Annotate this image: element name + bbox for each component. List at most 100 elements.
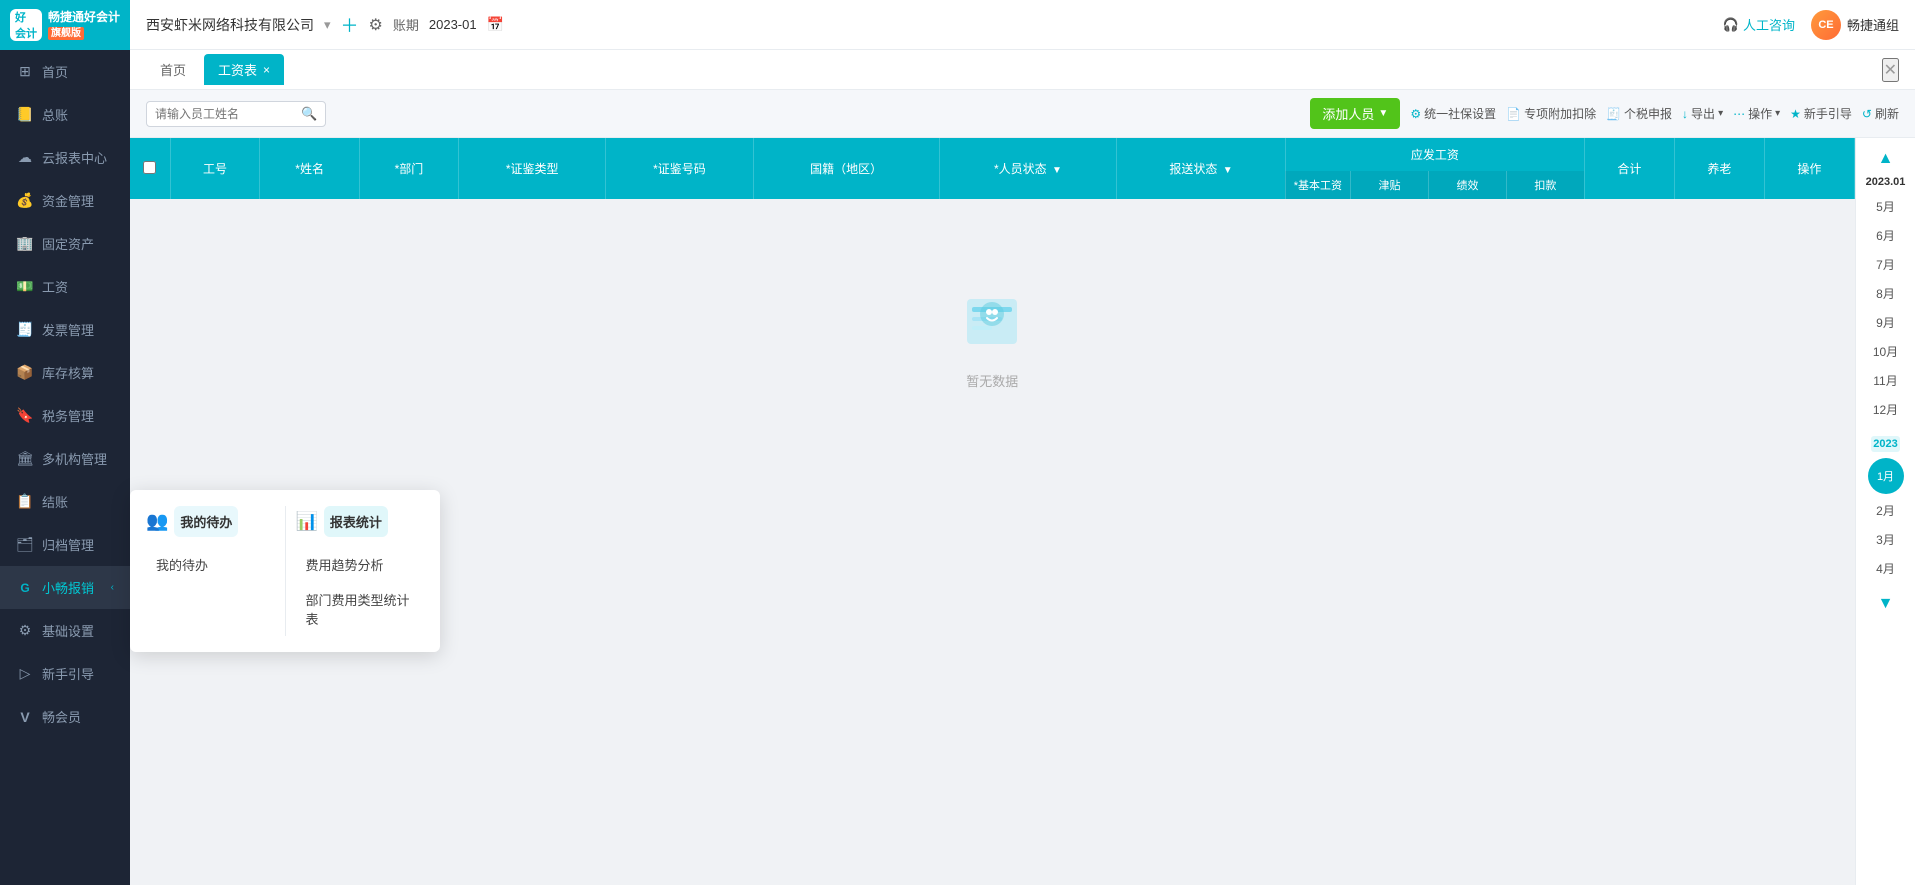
report-icon: 📊	[296, 511, 318, 532]
sidebar-item-tax[interactable]: 🔖 税务管理	[0, 394, 130, 437]
add-person-dropdown-arrow: ▼	[1378, 108, 1388, 119]
new-guide-button[interactable]: ★ 新手引导	[1790, 105, 1852, 122]
calendar-down-button[interactable]: ▼	[1874, 591, 1898, 617]
calendar-icon[interactable]: 📅	[487, 16, 504, 33]
member-icon: V	[16, 709, 34, 725]
export-button[interactable]: ↓ 导出 ▾	[1682, 105, 1723, 122]
settings-icon: ⚙	[16, 622, 34, 639]
operation-dropdown-arrow: ▾	[1775, 108, 1780, 119]
inventory-icon: 📦	[16, 364, 34, 381]
sidebar-item-inventory[interactable]: 📦 库存核算	[0, 351, 130, 394]
period-label: 账期	[393, 15, 419, 34]
popup-col-1: 👥 我的待办 我的待办	[146, 506, 275, 636]
popup-item-my-todo[interactable]: 我的待办	[146, 547, 275, 582]
sidebar-item-home[interactable]: ⊞ 首页	[0, 50, 130, 93]
fund-icon: 💰	[16, 192, 34, 209]
individual-tax-button[interactable]: 🧾 个税申报	[1606, 105, 1672, 122]
cal-month-12[interactable]: 12月	[1861, 395, 1911, 424]
sidebar-item-archive[interactable]: 🗂 归档管理	[0, 523, 130, 566]
topbar-right: 🎧 人工咨询 CE 畅捷通组	[1723, 10, 1899, 40]
th-name: *姓名	[260, 138, 359, 199]
headset-icon: 🎧	[1723, 17, 1739, 33]
closing-icon: 📋	[16, 493, 34, 510]
empty-illustration	[952, 279, 1032, 359]
operation-button[interactable]: ⋯ 操作 ▾	[1733, 105, 1780, 122]
cal-month-7[interactable]: 7月	[1861, 250, 1911, 279]
tabs-bar: 首页 工资表 × ✕	[130, 50, 1915, 90]
th-id-number: *证鉴号码	[606, 138, 753, 199]
cal-month-6[interactable]: 6月	[1861, 221, 1911, 250]
cal-month-8[interactable]: 8月	[1861, 279, 1911, 308]
search-input[interactable]	[155, 107, 295, 121]
select-all-checkbox[interactable]	[143, 161, 156, 174]
sidebar-item-basic-settings[interactable]: ⚙ 基础设置	[0, 609, 130, 652]
individual-tax-icon: 🧾	[1606, 107, 1621, 121]
cal-month-2023-1[interactable]: 1月	[1868, 458, 1904, 494]
calendar-up-button[interactable]: ▲	[1874, 146, 1898, 172]
th-total: 合计	[1584, 138, 1674, 199]
cal-month-2023-2[interactable]: 2月	[1861, 496, 1911, 525]
salary-table: 工号 *姓名 *部门 *证鉴类型 *证鉴号码 国籍（地区） *人员状态 ▼ 报送…	[130, 138, 1855, 470]
org-icon: 🏛	[16, 450, 34, 467]
operation-icon: ⋯	[1733, 107, 1745, 121]
sidebar-item-salary[interactable]: 💵 工资	[0, 265, 130, 308]
toolbar: 🔍 添加人员 ▼ ⚙ 统一社保设置 📄 专项附加扣除 🧾 个税申报 ↓ 导出 ▾…	[130, 90, 1915, 138]
refresh-button[interactable]: ↺ 刷新	[1862, 105, 1899, 122]
cal-month-10[interactable]: 10月	[1861, 337, 1911, 366]
popup-section-1-header: 👥 我的待办	[146, 506, 275, 537]
year-label-2023: 2023	[1871, 436, 1899, 452]
company-dropdown-arrow[interactable]: ▾	[324, 17, 331, 33]
add-company-button[interactable]: ＋	[341, 12, 359, 38]
cal-month-11[interactable]: 11月	[1861, 366, 1911, 395]
empty-text: 暂无数据	[966, 371, 1018, 390]
th-checkbox[interactable]	[130, 138, 170, 199]
cal-month-5[interactable]: 5月	[1861, 192, 1911, 221]
app-logo: 好会计 畅捷通好会计 旗舰版	[0, 0, 130, 50]
popup-item-dept-cost[interactable]: 部门费用类型统计表	[296, 582, 425, 636]
company-name: 西安虾米网络科技有限公司	[146, 15, 314, 35]
sidebar-item-fixed-assets[interactable]: 🏢 固定资产	[0, 222, 130, 265]
calendar-section-2022: 5月 6月 7月 8月 9月 10月 11月 12月	[1856, 192, 1915, 424]
popup-item-cost-trend[interactable]: 费用趋势分析	[296, 547, 425, 582]
popup-menu: 👥 我的待办 我的待办 📊 报表统计 费用趋势分析 部门费用类型统计表	[130, 490, 440, 652]
tab-salary[interactable]: 工资表 ×	[204, 54, 284, 85]
social-insurance-button[interactable]: ⚙ 统一社保设置	[1410, 105, 1496, 122]
cal-month-9[interactable]: 9月	[1861, 308, 1911, 337]
user-menu[interactable]: CE 畅捷通组	[1811, 10, 1899, 40]
popup-col-2: 📊 报表统计 费用趋势分析 部门费用类型统计表	[296, 506, 425, 636]
special-deduction-icon: 📄	[1506, 107, 1521, 121]
cal-month-2023-3[interactable]: 3月	[1861, 525, 1911, 554]
calendar-section-2023: 1月 2月 3月 4月	[1856, 456, 1915, 583]
sidebar-item-cloud-report[interactable]: ☁ 云报表中心	[0, 136, 130, 179]
guide-icon: ▷	[16, 665, 34, 682]
popup-divider	[285, 506, 286, 636]
tab-close-button[interactable]: ×	[263, 63, 270, 77]
year-label-2023-01: 2023.01	[1866, 176, 1906, 188]
sidebar-item-multi-org[interactable]: 🏛 多机构管理	[0, 437, 130, 480]
special-deduction-button[interactable]: 📄 专项附加扣除	[1506, 105, 1596, 122]
home-icon: ⊞	[16, 63, 34, 80]
sidebar-item-invoice[interactable]: 🧾 发票管理	[0, 308, 130, 351]
add-person-button[interactable]: 添加人员 ▼	[1310, 98, 1400, 129]
period-value: 2023-01	[429, 17, 477, 32]
search-wrap: 🔍	[146, 101, 326, 127]
sidebar-item-member[interactable]: V 畅会员	[0, 695, 130, 738]
cal-month-2023-4[interactable]: 4月	[1861, 554, 1911, 583]
refresh-icon: ↺	[1862, 107, 1872, 121]
sidebar-item-closing[interactable]: 📋 结账	[0, 480, 130, 523]
right-calendar-panel: ▲ 2023.01 5月 6月 7月 8月 9月 10月 11月 12月 202…	[1855, 138, 1915, 885]
report-filter-icon[interactable]: ▼	[1223, 165, 1233, 176]
sidebar-item-xiaochang[interactable]: G 小畅报销 ‹	[0, 566, 130, 609]
settings-button[interactable]: ⚙	[369, 15, 383, 35]
logo-icon: 好会计	[10, 9, 42, 41]
sidebar-item-ledger[interactable]: 📒 总账	[0, 93, 130, 136]
filter-icon[interactable]: ▼	[1052, 165, 1062, 176]
sidebar: 好会计 畅捷通好会计 旗舰版 ⊞ 首页 📒 总账 ☁ 云报表中心 💰 资金管理 …	[0, 0, 130, 885]
sidebar-item-new-guide[interactable]: ▷ 新手引导	[0, 652, 130, 695]
sidebar-item-fund[interactable]: 💰 资金管理	[0, 179, 130, 222]
topbar: 西安虾米网络科技有限公司 ▾ ＋ ⚙ 账期 2023-01 📅 🎧 人工咨询 C…	[130, 0, 1915, 50]
close-all-tabs-button[interactable]: ✕	[1882, 58, 1899, 82]
service-button[interactable]: 🎧 人工咨询	[1723, 15, 1795, 34]
th-bonus: 绩效	[1429, 171, 1507, 199]
tab-home[interactable]: 首页	[146, 54, 200, 85]
